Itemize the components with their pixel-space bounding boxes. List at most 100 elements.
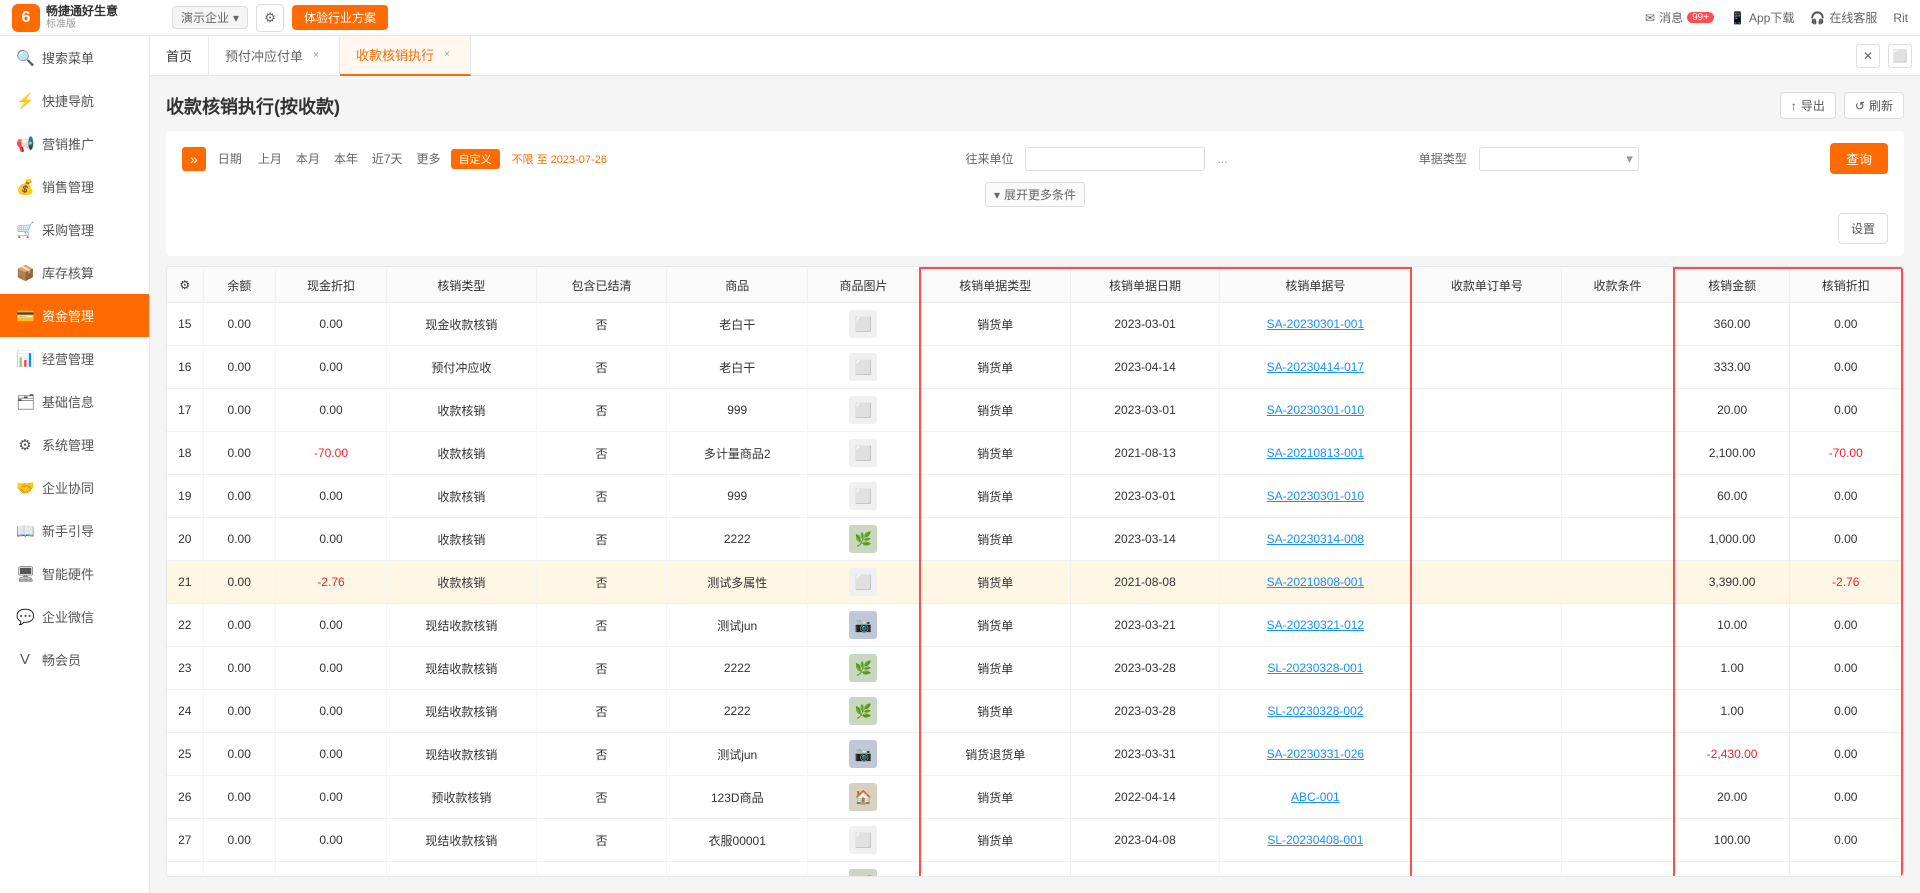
settings-icon[interactable]: ⚙ bbox=[256, 4, 284, 32]
row-bill-no[interactable]: SA-20230331-026 bbox=[1220, 733, 1411, 776]
megaphone-icon: 📢 bbox=[16, 135, 34, 153]
row-bill-no[interactable]: SA-20230301-010 bbox=[1220, 475, 1411, 518]
data-table: ⚙ 余额 现金折扣 核销类型 包含已结清 商品 商品图片 核销单据类型 核销单据… bbox=[167, 267, 1903, 877]
row-receipt-condition bbox=[1562, 389, 1674, 432]
row-bill-no[interactable]: SA-20230414-017 bbox=[1220, 346, 1411, 389]
industry-btn[interactable]: 体验行业方案 bbox=[292, 5, 388, 30]
goods-image: 🏠 bbox=[849, 783, 877, 811]
tab-receipt-close[interactable]: × bbox=[440, 48, 454, 62]
sidebar-item-wechat[interactable]: 💬企业微信 bbox=[0, 595, 149, 638]
goods-image-placeholder: ⬜ bbox=[849, 482, 877, 510]
bill-type-select[interactable] bbox=[1479, 147, 1639, 171]
query-btn[interactable]: 查询 bbox=[1830, 143, 1888, 174]
sidebar-item-sales[interactable]: 💰销售管理 bbox=[0, 165, 149, 208]
row-cash-discount: 0.00 bbox=[275, 690, 386, 733]
row-goods: 2222 bbox=[667, 647, 808, 690]
row-goods-image: ⬜ bbox=[808, 389, 920, 432]
row-writeoff-type: 现结收款核销 bbox=[387, 862, 537, 878]
row-bill-no[interactable]: SA-20210813-001 bbox=[1220, 432, 1411, 475]
row-goods: 2222 bbox=[667, 518, 808, 561]
row-goods-image: ⬜ bbox=[808, 475, 920, 518]
row-bill-date: 2021-08-08 bbox=[1070, 561, 1220, 604]
user-name[interactable]: Rit bbox=[1893, 11, 1908, 25]
sidebar-item-operations[interactable]: 📊经营管理 bbox=[0, 337, 149, 380]
sidebar-item-enterprise[interactable]: 🤝企业协同 bbox=[0, 466, 149, 509]
tab-prepay-close[interactable]: × bbox=[309, 49, 323, 63]
row-bill-date: 2021-08-13 bbox=[1070, 432, 1220, 475]
date-custom-btn[interactable]: 自定义 bbox=[451, 149, 500, 169]
phone-icon: 📱 bbox=[1730, 11, 1745, 25]
sidebar-item-quicknav[interactable]: ⚡快捷导航 bbox=[0, 79, 149, 122]
app-download-btn[interactable]: 📱 App下载 bbox=[1730, 9, 1794, 26]
row-bill-no[interactable]: SA-20230301-010 bbox=[1220, 389, 1411, 432]
vip-icon: V bbox=[16, 651, 34, 668]
date-btn-this-year[interactable]: 本年 bbox=[330, 148, 362, 169]
row-writeoff-type: 预付冲应收 bbox=[387, 346, 537, 389]
row-bill-no[interactable]: SL-20230328-002 bbox=[1220, 690, 1411, 733]
row-bill-no[interactable]: SA-20230301-001 bbox=[1220, 303, 1411, 346]
row-goods: 999 bbox=[667, 389, 808, 432]
row-bill-date: 2023-03-21 bbox=[1070, 604, 1220, 647]
row-cash-discount: 0.00 bbox=[275, 604, 386, 647]
counterpart-input[interactable] bbox=[1025, 147, 1205, 171]
row-bill-no[interactable]: SA-20210808-001 bbox=[1220, 561, 1411, 604]
online-service-label: 在线客服 bbox=[1829, 9, 1877, 26]
row-goods: 测试多属性 bbox=[667, 561, 808, 604]
row-include-settled: 否 bbox=[536, 389, 666, 432]
sidebar-item-hardware[interactable]: 🖥智能硬件 bbox=[0, 552, 149, 595]
message-icon: ✉ bbox=[1645, 11, 1655, 25]
th-gear[interactable]: ⚙ bbox=[167, 268, 203, 303]
message-btn[interactable]: ✉ 消息 99+ bbox=[1645, 9, 1714, 26]
company-selector[interactable]: 演示企业 ▾ bbox=[172, 6, 248, 29]
row-index: 22 bbox=[167, 604, 203, 647]
sidebar-item-system[interactable]: ⚙系统管理 bbox=[0, 423, 149, 466]
row-writeoff-type: 现结收款核销 bbox=[387, 733, 537, 776]
chevron-down-icon: ▾ bbox=[233, 11, 239, 25]
table-settings-btn[interactable]: 设置 bbox=[1838, 213, 1888, 244]
sidebar-item-vip[interactable]: V畅会员 bbox=[0, 638, 149, 681]
sidebar-item-inventory[interactable]: 📦库存核算 bbox=[0, 251, 149, 294]
th-writeoff-type: 核销类型 bbox=[387, 268, 537, 303]
row-cash-discount: 0.00 bbox=[275, 647, 386, 690]
row-bill-no[interactable]: ABC-001 bbox=[1220, 776, 1411, 819]
close-all-tabs-btn[interactable]: ✕ bbox=[1856, 44, 1880, 68]
sidebar-item-marketing[interactable]: 📢营销推广 bbox=[0, 122, 149, 165]
row-goods: 老白干 bbox=[667, 346, 808, 389]
row-bill-date: 2023-04-08 bbox=[1070, 819, 1220, 862]
sidebar-item-guide[interactable]: 📖新手引导 bbox=[0, 509, 149, 552]
date-btn-this-month[interactable]: 本月 bbox=[292, 148, 324, 169]
date-btn-more[interactable]: 更多 bbox=[413, 148, 445, 169]
row-writeoff-type: 收款核销 bbox=[387, 432, 537, 475]
sidebar-item-purchase[interactable]: 🛒采购管理 bbox=[0, 208, 149, 251]
online-service-btn[interactable]: 🎧 在线客服 bbox=[1810, 9, 1877, 26]
row-bill-no[interactable]: SL-20230408-001 bbox=[1220, 819, 1411, 862]
row-writeoff-discount: 0.00 bbox=[1790, 733, 1902, 776]
row-bill-no[interactable]: SA-20230314-008 bbox=[1220, 518, 1411, 561]
refresh-btn[interactable]: ↺ 刷新 bbox=[1844, 92, 1904, 119]
row-writeoff-discount: 0.00 bbox=[1790, 303, 1902, 346]
goods-image: 🌿 bbox=[849, 654, 877, 682]
date-btn-last-month[interactable]: 上月 bbox=[254, 148, 286, 169]
filter-toggle-btn[interactable]: » bbox=[182, 147, 206, 171]
expand-more-btn[interactable]: ▾ 展开更多条件 bbox=[985, 182, 1085, 207]
row-writeoff-discount: 0.00 bbox=[1790, 819, 1902, 862]
date-btn-7days[interactable]: 近7天 bbox=[368, 148, 407, 169]
sidebar-item-search[interactable]: 🔍搜索菜单 bbox=[0, 36, 149, 79]
sidebar-item-finance[interactable]: 💳资金管理 bbox=[0, 294, 149, 337]
tab-receipt[interactable]: 收款核销执行 × bbox=[340, 36, 471, 76]
row-writeoff-discount: 0.00 bbox=[1790, 346, 1902, 389]
row-writeoff-type: 现结收款核销 bbox=[387, 647, 537, 690]
sidebar-item-basic[interactable]: 🗂基础信息 bbox=[0, 380, 149, 423]
main-layout: 🔍搜索菜单 ⚡快捷导航 📢营销推广 💰销售管理 🛒采购管理 📦库存核算 💳资金管… bbox=[0, 36, 1920, 893]
row-bill-report-type: 销货单 bbox=[920, 518, 1071, 561]
row-bill-no[interactable]: SL-20230418-001 bbox=[1220, 862, 1411, 878]
export-btn[interactable]: ↑ 导出 bbox=[1780, 92, 1836, 119]
goods-image-placeholder: ⬜ bbox=[849, 826, 877, 854]
row-receipt-condition bbox=[1562, 303, 1674, 346]
headset-icon: 🎧 bbox=[1810, 11, 1825, 25]
tab-prepay[interactable]: 预付冲应付单 × bbox=[209, 36, 340, 76]
row-bill-no[interactable]: SA-20230321-012 bbox=[1220, 604, 1411, 647]
maximize-btn[interactable]: ⬜ bbox=[1888, 44, 1912, 68]
tab-home[interactable]: 首页 bbox=[150, 36, 209, 76]
row-bill-no[interactable]: SL-20230328-001 bbox=[1220, 647, 1411, 690]
